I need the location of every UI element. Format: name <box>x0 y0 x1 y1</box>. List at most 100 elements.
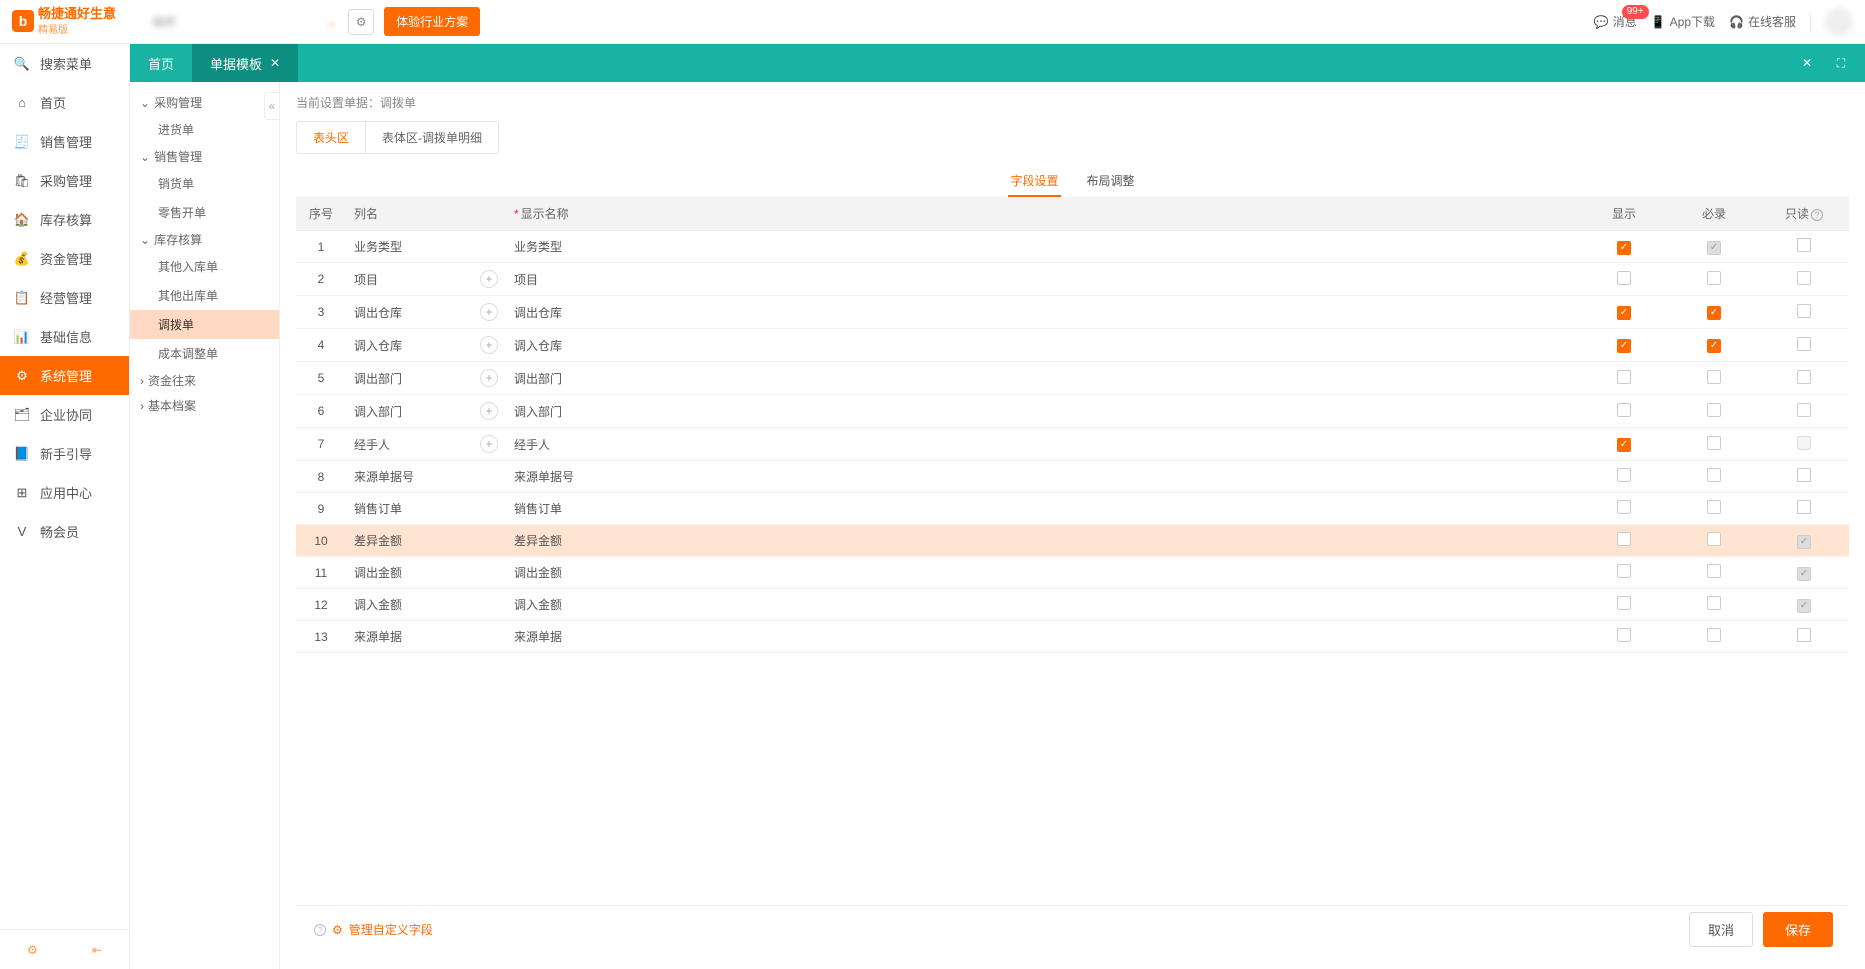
readonly-checkbox[interactable] <box>1797 628 1811 642</box>
required-checkbox[interactable] <box>1707 306 1721 320</box>
tab-t-template[interactable]: 单据模板✕ <box>192 44 298 82</box>
cell-display-name[interactable]: 调出仓库 <box>506 296 1579 329</box>
cell-display-name[interactable]: 调入金额 <box>506 589 1579 621</box>
required-checkbox[interactable] <box>1707 339 1721 353</box>
nav-item-sales[interactable]: 🧾销售管理 <box>0 122 129 161</box>
nav-item-baseinfo[interactable]: 📊基础信息 <box>0 317 129 356</box>
user-avatar[interactable] <box>1825 8 1853 36</box>
tree-item[interactable]: 其他入库单 <box>130 252 279 281</box>
show-checkbox[interactable] <box>1617 403 1631 417</box>
collapse-panel-button[interactable]: « <box>264 92 280 120</box>
show-checkbox[interactable] <box>1617 468 1631 482</box>
show-checkbox[interactable] <box>1617 241 1631 255</box>
required-checkbox[interactable] <box>1707 532 1721 546</box>
help-icon[interactable]: ? <box>314 924 326 936</box>
nav-item-inventory[interactable]: 🏠库存核算 <box>0 200 129 239</box>
tree-group[interactable]: ⌄采购管理 <box>130 90 279 115</box>
tree-item[interactable]: 销货单 <box>130 169 279 198</box>
sub-tab[interactable]: 字段设置 <box>1008 166 1060 197</box>
settings-icon[interactable]: ⚙ <box>27 943 38 957</box>
readonly-checkbox[interactable] <box>1797 238 1811 252</box>
close-icon[interactable]: ✕ <box>270 56 280 70</box>
cell-display-name[interactable]: 来源单据号 <box>506 461 1579 493</box>
required-checkbox[interactable] <box>1707 564 1721 578</box>
required-checkbox[interactable] <box>1707 468 1721 482</box>
industry-plan-button[interactable]: 体验行业方案 <box>384 7 480 36</box>
sub-tab[interactable]: 布局调整 <box>1085 166 1137 197</box>
add-icon[interactable]: + <box>480 369 498 387</box>
required-checkbox[interactable] <box>1707 403 1721 417</box>
show-checkbox[interactable] <box>1617 438 1631 452</box>
required-checkbox[interactable] <box>1707 628 1721 642</box>
readonly-checkbox[interactable] <box>1797 468 1811 482</box>
cell-display-name[interactable]: 销售订单 <box>506 493 1579 525</box>
add-icon[interactable]: + <box>480 270 498 288</box>
save-button[interactable]: 保存 <box>1763 912 1833 947</box>
tree-item[interactable]: 进货单 <box>130 115 279 144</box>
cell-display-name[interactable]: 项目 <box>506 263 1579 296</box>
tree-group[interactable]: ⌄销售管理 <box>130 144 279 169</box>
settings-button[interactable]: ⚙ <box>348 9 374 35</box>
show-checkbox[interactable] <box>1617 564 1631 578</box>
nav-item-purchase[interactable]: 🛍采购管理 <box>0 161 129 200</box>
messages-button[interactable]: 💬 消息 99+ <box>1594 13 1637 30</box>
readonly-checkbox[interactable] <box>1797 500 1811 514</box>
manage-custom-fields-link[interactable]: 管理自定义字段 <box>349 921 433 938</box>
show-checkbox[interactable] <box>1617 370 1631 384</box>
tab-t-home[interactable]: 首页 <box>130 44 192 82</box>
nav-item-guide[interactable]: 📘新手引导 <box>0 434 129 473</box>
app-download-button[interactable]: 📱 App下载 <box>1651 13 1715 30</box>
required-checkbox[interactable] <box>1707 271 1721 285</box>
tree-item[interactable]: 调拨单 <box>130 310 279 339</box>
readonly-checkbox[interactable] <box>1797 337 1811 351</box>
tree-group[interactable]: ›资金往来 <box>130 368 279 393</box>
show-checkbox[interactable] <box>1617 271 1631 285</box>
readonly-checkbox[interactable] <box>1797 403 1811 417</box>
close-all-tabs-button[interactable]: ✕ <box>1795 51 1819 75</box>
org-selector[interactable]: 组织 ⌄ <box>152 13 336 30</box>
show-checkbox[interactable] <box>1617 628 1631 642</box>
help-icon[interactable]: ? <box>1811 209 1823 221</box>
nav-item-apps[interactable]: ⊞应用中心 <box>0 473 129 512</box>
nav-item-collab[interactable]: 🗂企业协同 <box>0 395 129 434</box>
required-checkbox[interactable] <box>1707 370 1721 384</box>
show-checkbox[interactable] <box>1617 339 1631 353</box>
add-icon[interactable]: + <box>480 303 498 321</box>
nav-item-search[interactable]: 🔍搜索菜单 <box>0 44 129 83</box>
fullscreen-button[interactable]: ⛶ <box>1829 51 1853 75</box>
cell-display-name[interactable]: 业务类型 <box>506 231 1579 263</box>
tree-item[interactable]: 其他出库单 <box>130 281 279 310</box>
add-icon[interactable]: + <box>480 402 498 420</box>
area-tab[interactable]: 表头区 <box>296 121 366 154</box>
cell-display-name[interactable]: 经手人 <box>506 428 1579 461</box>
cell-display-name[interactable]: 调入仓库 <box>506 329 1579 362</box>
nav-item-funds[interactable]: 💰资金管理 <box>0 239 129 278</box>
cell-display-name[interactable]: 差异金额 <box>506 525 1579 557</box>
area-tab[interactable]: 表体区-调拨单明细 <box>366 121 499 154</box>
show-checkbox[interactable] <box>1617 596 1631 610</box>
nav-item-operation[interactable]: 📋经营管理 <box>0 278 129 317</box>
add-icon[interactable]: + <box>480 435 498 453</box>
nav-item-home[interactable]: ⌂首页 <box>0 83 129 122</box>
tree-item[interactable]: 零售开单 <box>130 198 279 227</box>
cell-display-name[interactable]: 调出金额 <box>506 557 1579 589</box>
tree-item[interactable]: 成本调整单 <box>130 339 279 368</box>
online-service-button[interactable]: 🎧 在线客服 <box>1729 13 1796 30</box>
tree-group[interactable]: ⌄库存核算 <box>130 227 279 252</box>
readonly-checkbox[interactable] <box>1797 271 1811 285</box>
readonly-checkbox[interactable] <box>1797 304 1811 318</box>
cell-display-name[interactable]: 调出部门 <box>506 362 1579 395</box>
show-checkbox[interactable] <box>1617 532 1631 546</box>
nav-item-member[interactable]: V畅会员 <box>0 512 129 551</box>
cancel-button[interactable]: 取消 <box>1689 912 1753 947</box>
cell-display-name[interactable]: 来源单据 <box>506 621 1579 653</box>
required-checkbox[interactable] <box>1707 500 1721 514</box>
collapse-nav-icon[interactable]: ⇤ <box>92 943 102 957</box>
readonly-checkbox[interactable] <box>1797 370 1811 384</box>
show-checkbox[interactable] <box>1617 306 1631 320</box>
cell-display-name[interactable]: 调入部门 <box>506 395 1579 428</box>
nav-item-system[interactable]: ⚙系统管理 <box>0 356 129 395</box>
add-icon[interactable]: + <box>480 336 498 354</box>
required-checkbox[interactable] <box>1707 596 1721 610</box>
tree-group[interactable]: ›基本档案 <box>130 393 279 418</box>
